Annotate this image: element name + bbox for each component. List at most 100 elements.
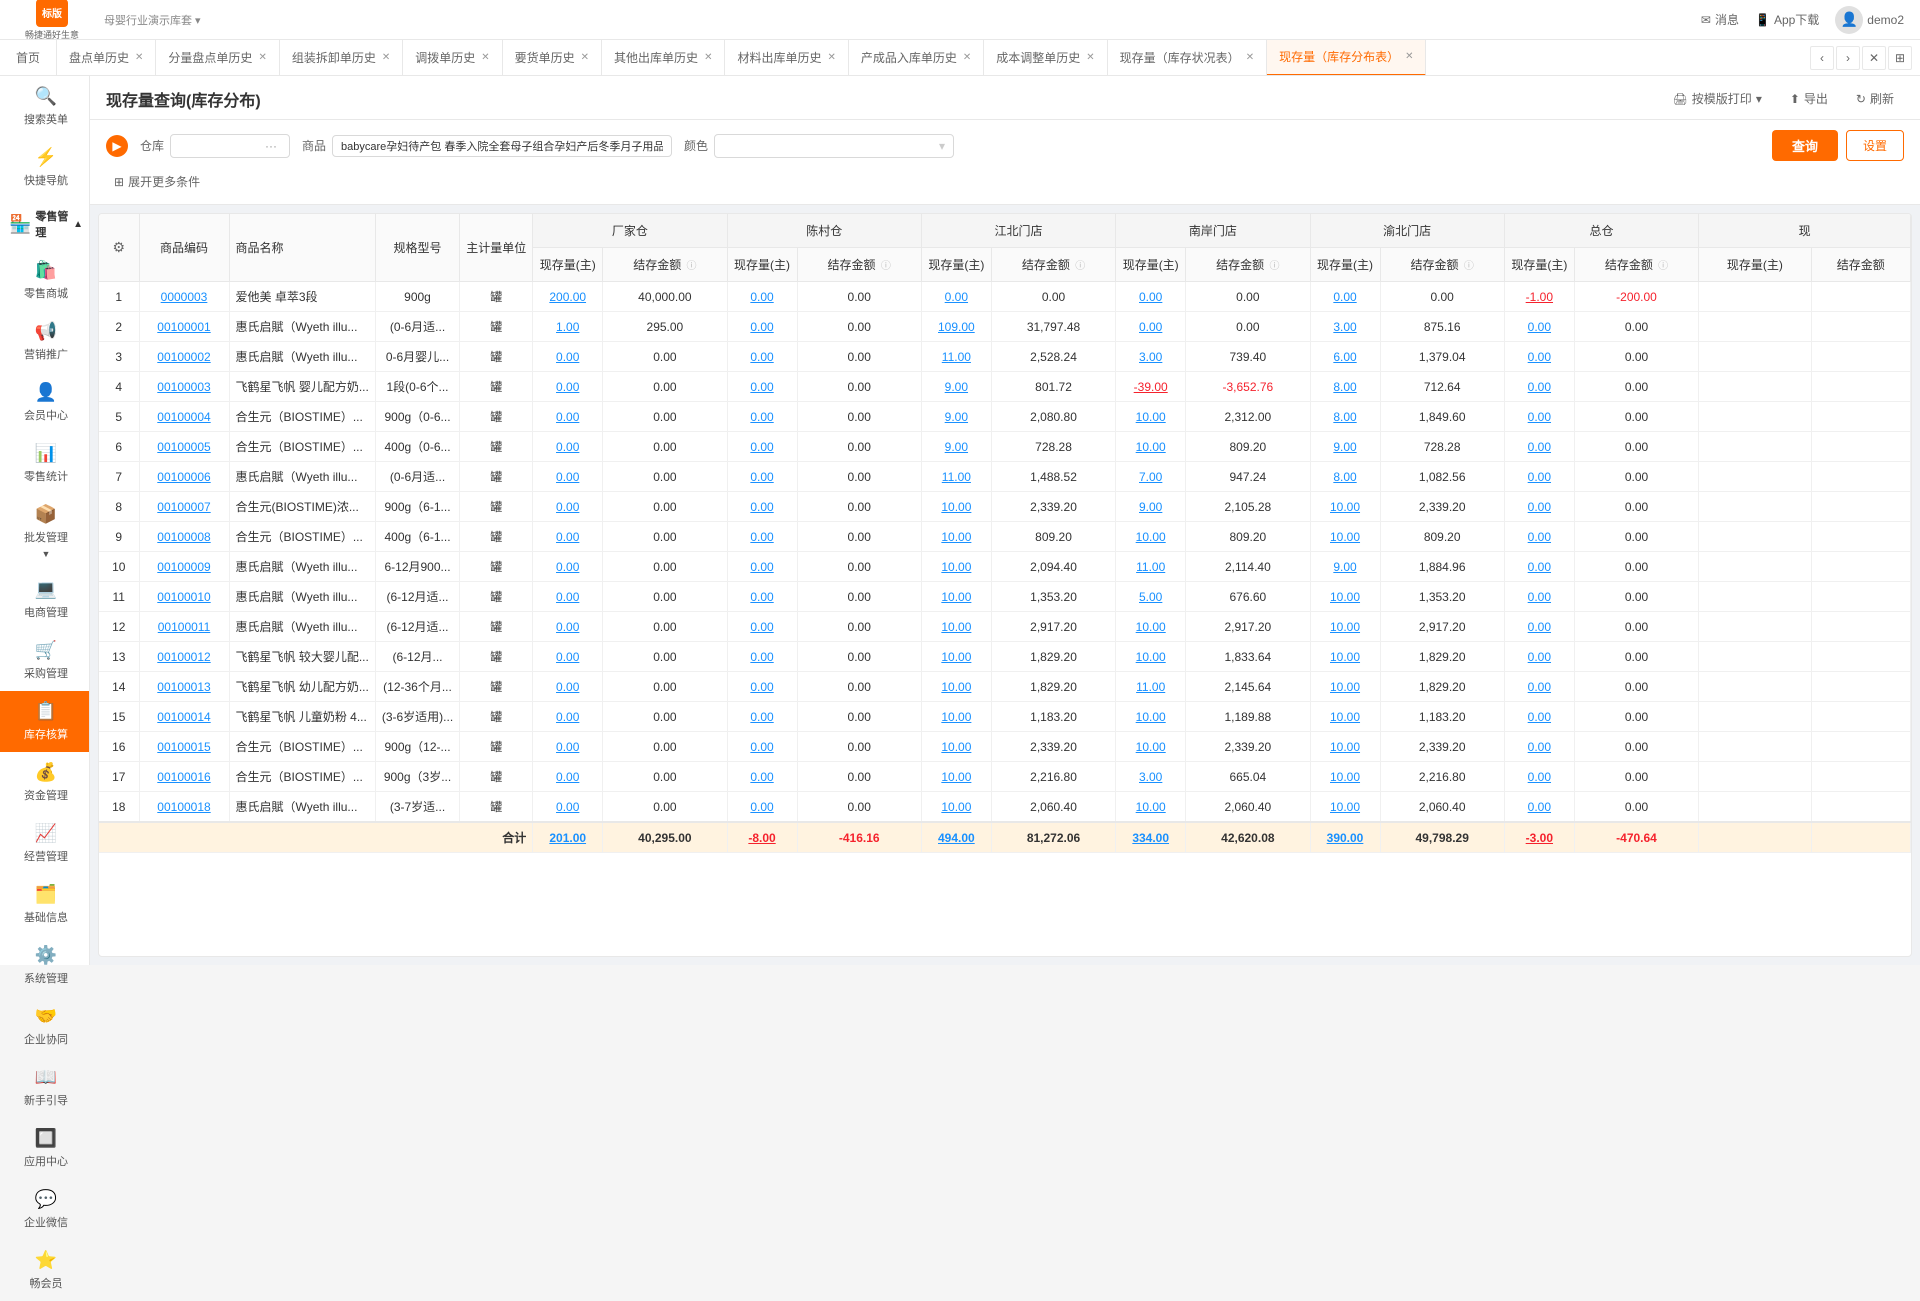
cell-chenshi-stock: 0.00 <box>727 372 797 402</box>
close-icon[interactable]: ✕ <box>382 52 390 63</box>
query-button[interactable]: 查询 <box>1772 130 1838 161</box>
cell-chenshi-amt: 0.00 <box>797 642 921 672</box>
tab-product-in[interactable]: 产成品入库单历史 ✕ <box>849 40 984 76</box>
product-label: 商品 <box>302 137 326 154</box>
close-icon[interactable]: ✕ <box>963 52 971 63</box>
table-row: 10 00100009 惠氏启賦（Wyeth illu... 6-12月900.… <box>99 552 1911 582</box>
table-container[interactable]: ⚙ 商品编码 商品名称 规格型号 主计量单位 厂家仓 陈村仓 江北门店 南岸门店… <box>98 213 1912 957</box>
cell-code: 00100002 <box>139 342 229 372</box>
ops-icon: 📈 <box>35 823 57 844</box>
color-select[interactable]: ▾ <box>714 134 954 158</box>
sidebar-item-guide[interactable]: 📖 新手引导 <box>0 1057 89 1118</box>
close-icon[interactable]: ✕ <box>481 52 489 63</box>
tab-stock-dist[interactable]: 现存量（库存分布表） ✕ <box>1267 40 1426 76</box>
tab-material-out[interactable]: 材料出库单历史 ✕ <box>725 40 848 76</box>
cell-unit: 罐 <box>460 312 533 342</box>
sidebar-item-vip[interactable]: ⭐ 畅会员 <box>0 1240 89 1301</box>
close-icon[interactable]: ✕ <box>827 52 835 63</box>
app-download-button[interactable]: 📱 App下载 <box>1755 11 1819 28</box>
cell-jiangbei-stock: 11.00 <box>921 342 991 372</box>
cell-seq: 18 <box>99 792 139 823</box>
cell-curr-stock <box>1699 432 1811 462</box>
tab-other-out[interactable]: 其他出库单历史 ✕ <box>602 40 725 76</box>
close-icon[interactable]: ✕ <box>135 52 143 63</box>
cell-seq: 6 <box>99 432 139 462</box>
print-button[interactable]: 🖨 按模版打印 ▾ <box>1663 86 1772 111</box>
cell-spec: 900g（0-6... <box>375 402 459 432</box>
cell-seq: 1 <box>99 282 139 312</box>
sidebar-item-ecommerce[interactable]: 💻 电商管理 <box>0 569 89 630</box>
th-nanan: 南岸门店 <box>1116 214 1310 248</box>
sidebar-item-stock[interactable]: 📋 库存核算 <box>0 691 89 752</box>
cell-chenshi-stock: 0.00 <box>727 582 797 612</box>
sidebar-item-wechat[interactable]: 💬 企业微信 <box>0 1179 89 1240</box>
tab-cost-adjust[interactable]: 成本调整单历史 ✕ <box>984 40 1107 76</box>
setting-button[interactable]: 设置 <box>1846 130 1904 161</box>
tab-purchase-demand[interactable]: 要货单历史 ✕ <box>503 40 602 76</box>
cell-jiangbei-amt: 801.72 <box>991 372 1115 402</box>
cell-code: 00100014 <box>139 702 229 732</box>
tab-assembly[interactable]: 组装拆卸单历史 ✕ <box>280 40 403 76</box>
th-gear[interactable]: ⚙ <box>99 214 139 282</box>
cell-jiangbei-stock: 10.00 <box>921 612 991 642</box>
close-icon[interactable]: ✕ <box>581 52 589 63</box>
warehouse-select[interactable]: ··· <box>170 134 290 158</box>
close-icon[interactable]: ✕ <box>1405 51 1413 62</box>
tab-partial-stocktake[interactable]: 分量盘点单历史 ✕ <box>156 40 279 76</box>
cell-total-stock: 0.00 <box>1504 792 1574 823</box>
close-icon[interactable]: ✕ <box>258 52 266 63</box>
tab-transfer[interactable]: 调拨单历史 ✕ <box>403 40 502 76</box>
cell-jiangbei-amt: 728.28 <box>991 432 1115 462</box>
messages-button[interactable]: ✉ 消息 <box>1701 11 1739 28</box>
dropdown-icon: ▾ <box>1756 92 1762 106</box>
sidebar-item-finance[interactable]: 💰 资金管理 <box>0 752 89 813</box>
cell-nanan-amt: 2,339.20 <box>1186 732 1310 762</box>
close-icon[interactable]: ✕ <box>1086 52 1094 63</box>
close-icon[interactable]: ✕ <box>1246 52 1254 63</box>
tab-close-button[interactable]: ✕ <box>1862 46 1886 70</box>
cell-chenshi-stock: 0.00 <box>727 342 797 372</box>
cell-name: 惠氏启賦（Wyeth illu... <box>229 462 375 492</box>
sidebar-item-nav[interactable]: ⚡ 快捷导航 <box>0 137 89 198</box>
tab-next-button[interactable]: › <box>1836 46 1860 70</box>
sidebar-item-purchase[interactable]: 🛒 采购管理 <box>0 630 89 691</box>
cell-seq: 9 <box>99 522 139 552</box>
cell-curr-amt <box>1811 762 1910 792</box>
sidebar-item-corp[interactable]: 🤝 企业协同 <box>0 996 89 1057</box>
sidebar-item-wholesale[interactable]: 📦 批发管理 ▼ <box>0 494 89 569</box>
cell-curr-amt <box>1811 672 1910 702</box>
sidebar-item-apps[interactable]: 🔲 应用中心 <box>0 1118 89 1179</box>
expand-button[interactable]: ⊞ 展开更多条件 <box>106 169 208 194</box>
sidebar-item-system[interactable]: ⚙️ 系统管理 <box>0 935 89 996</box>
retail-icon: 🏪 <box>9 214 31 235</box>
cell-curr-stock <box>1699 522 1811 552</box>
sidebar-item-member[interactable]: 👤 会员中心 <box>0 372 89 433</box>
sidebar-item-ops[interactable]: 📈 经营管理 <box>0 813 89 874</box>
cell-unit: 罐 <box>460 432 533 462</box>
tab-home[interactable]: 首页 <box>0 40 57 76</box>
product-input[interactable] <box>332 135 672 157</box>
sidebar-item-search[interactable]: 🔍 搜索英单 <box>0 76 89 137</box>
collapse-button[interactable]: ▶ <box>106 135 128 157</box>
gear-icon[interactable]: ⚙ <box>112 239 125 255</box>
cell-jiangbei-amt: 2,060.40 <box>991 792 1115 823</box>
cell-total-amt: 0.00 <box>1574 792 1698 823</box>
tab-stocktake[interactable]: 盘点单历史 ✕ <box>57 40 156 76</box>
cell-spec: (3-6岁适用)... <box>375 702 459 732</box>
tab-stock-status[interactable]: 现存量（库存状况表） ✕ <box>1108 40 1267 76</box>
export-button[interactable]: ⬆ 导出 <box>1780 86 1838 111</box>
close-icon[interactable]: ✕ <box>704 52 712 63</box>
sidebar-item-retail-mgmt[interactable]: 🏪 零售管理 ▲ <box>0 198 89 250</box>
sidebar-item-base[interactable]: 🗂️ 基础信息 <box>0 874 89 935</box>
sidebar-item-marketing[interactable]: 📢 营销推广 <box>0 311 89 372</box>
tab-expand-button[interactable]: ⊞ <box>1888 46 1912 70</box>
sidebar-item-retail-store[interactable]: 🛍️ 零售商城 <box>0 250 89 311</box>
user-menu[interactable]: 👤 demo2 <box>1835 6 1904 34</box>
industry-selector[interactable]: 母婴行业演示库套 ▾ <box>96 12 209 28</box>
refresh-button[interactable]: ↻ 刷新 <box>1846 86 1904 111</box>
sidebar-item-retail-stat[interactable]: 📊 零售统计 <box>0 433 89 494</box>
ellipsis-icon[interactable]: ··· <box>261 139 281 153</box>
table-row: 7 00100006 惠氏启賦（Wyeth illu... (0-6月适... … <box>99 462 1911 492</box>
cell-chenshi-amt: 0.00 <box>797 462 921 492</box>
tab-prev-button[interactable]: ‹ <box>1810 46 1834 70</box>
